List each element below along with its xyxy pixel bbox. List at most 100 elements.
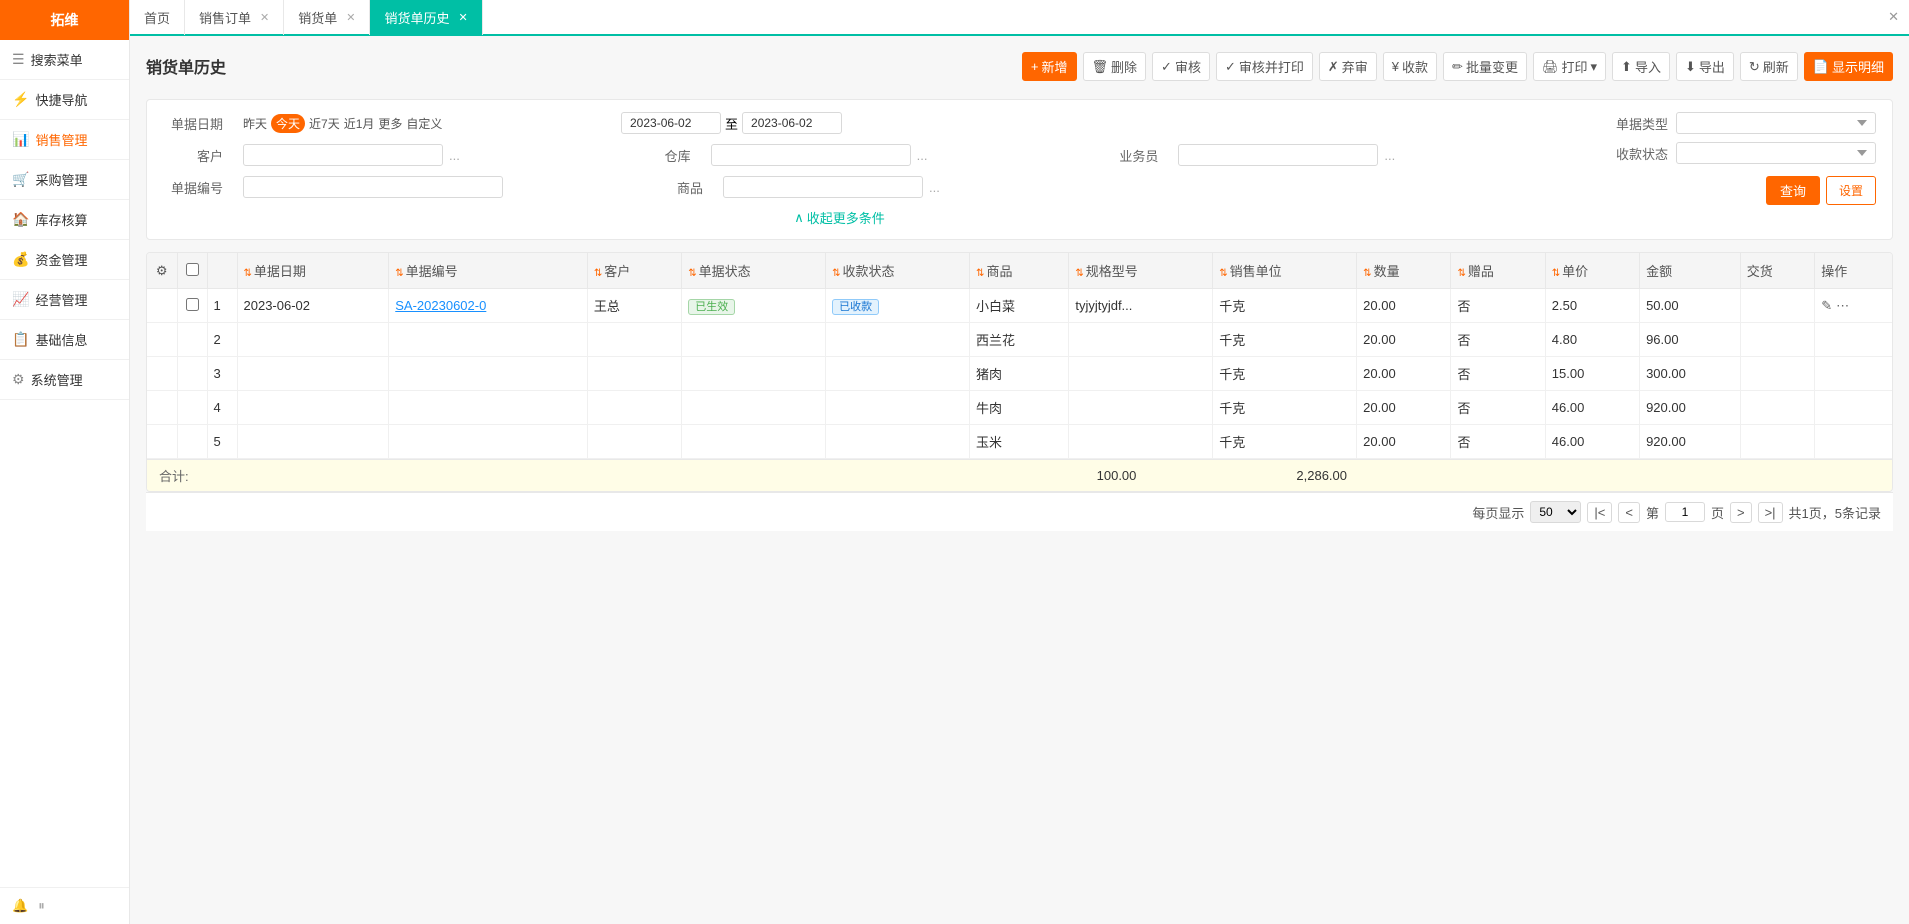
- prev-page-btn[interactable]: <: [1618, 502, 1640, 523]
- shortcut-1month[interactable]: 近1月: [344, 115, 375, 132]
- first-page-btn[interactable]: |<: [1587, 502, 1612, 523]
- docno-input[interactable]: [243, 176, 503, 198]
- pause-icon[interactable]: ⏸: [38, 898, 45, 914]
- cell-action[interactable]: [1815, 357, 1892, 391]
- notification-icon[interactable]: 🔔: [12, 898, 28, 914]
- cell-checkbox[interactable]: [177, 323, 207, 357]
- col-price[interactable]: ⇅单价: [1545, 253, 1639, 289]
- collapse-button[interactable]: ∧ 收起更多条件: [163, 208, 1516, 227]
- doc-no-link[interactable]: SA-20230602-0: [395, 298, 486, 313]
- date-from-input[interactable]: [621, 112, 721, 134]
- summary-qty: 100.00: [1097, 468, 1137, 483]
- shortcut-today[interactable]: 今天: [271, 114, 305, 133]
- edit-action-icon[interactable]: ✎: [1821, 298, 1832, 314]
- tab-sales-order[interactable]: 销售订单 ✕: [185, 0, 284, 35]
- row-checkbox[interactable]: [186, 298, 199, 311]
- filter-row-customer: 客户 ... 仓库 ... 业务员 ...: [163, 144, 1516, 166]
- last-page-btn[interactable]: >|: [1758, 502, 1783, 523]
- col-docno[interactable]: ⇅单据编号: [389, 253, 588, 289]
- page-number-input[interactable]: [1665, 502, 1705, 522]
- date-to-input[interactable]: [742, 112, 842, 134]
- col-customer[interactable]: ⇅客户: [587, 253, 681, 289]
- cell-checkbox[interactable]: [177, 391, 207, 425]
- page-size-select[interactable]: 50 10 20 100: [1530, 501, 1581, 523]
- col-goods[interactable]: ⇅商品: [970, 253, 1069, 289]
- cell-docno[interactable]: [389, 357, 588, 391]
- audit-button[interactable]: ✓ 审核: [1152, 52, 1210, 81]
- tab-home[interactable]: 首页: [130, 0, 185, 35]
- batch-change-button[interactable]: ✏ 批量变更: [1443, 52, 1527, 81]
- sidebar-item-search[interactable]: ☰ 搜索菜单: [0, 40, 129, 80]
- sidebar-item-quicknav[interactable]: ⚡ 快捷导航: [0, 80, 129, 120]
- col-checkbox[interactable]: [177, 253, 207, 289]
- shortcut-yesterday[interactable]: 昨天: [243, 115, 267, 132]
- print-button[interactable]: 🖨 打印 ▾: [1533, 52, 1606, 81]
- export-button[interactable]: ⬇ 导出: [1676, 52, 1734, 81]
- refresh-button[interactable]: ↻ 刷新: [1740, 52, 1798, 81]
- cell-action[interactable]: ✎ ⋯: [1815, 289, 1892, 323]
- doc-type-select[interactable]: [1676, 112, 1876, 134]
- cell-amount: 96.00: [1640, 323, 1741, 357]
- cell-docno[interactable]: [389, 391, 588, 425]
- sidebar-item-system[interactable]: ⚙ 系统管理: [0, 360, 129, 400]
- tab-close-sales-history[interactable]: ✕: [459, 11, 468, 24]
- add-button[interactable]: + 新增: [1022, 52, 1077, 81]
- staff-input[interactable]: [1178, 144, 1378, 166]
- cell-action[interactable]: [1815, 425, 1892, 459]
- sidebar-item-ops[interactable]: 📈 经营管理: [0, 280, 129, 320]
- goods-more-icon[interactable]: ...: [929, 180, 940, 195]
- col-paystatus[interactable]: ⇅收款状态: [826, 253, 970, 289]
- col-date[interactable]: ⇅单据日期: [237, 253, 389, 289]
- cell-docno[interactable]: [389, 425, 588, 459]
- action-icons: ✎ ⋯: [1821, 298, 1886, 314]
- more-action-icon[interactable]: ⋯: [1836, 298, 1849, 314]
- sidebar-item-inventory[interactable]: 🏠 库存核算: [0, 200, 129, 240]
- cell-checkbox[interactable]: [177, 425, 207, 459]
- sidebar-item-baseinfo[interactable]: 📋 基础信息: [0, 320, 129, 360]
- shortcut-7days[interactable]: 近7天: [309, 115, 340, 132]
- shortcut-custom[interactable]: 自定义: [406, 115, 442, 132]
- tab-close-sales-goods[interactable]: ✕: [346, 11, 355, 24]
- delete-button[interactable]: 🗑 删除: [1083, 52, 1147, 81]
- col-config[interactable]: ⚙: [147, 253, 177, 289]
- collect-button[interactable]: ¥ 收款: [1383, 52, 1437, 81]
- next-page-btn[interactable]: >: [1730, 502, 1752, 523]
- cell-config: [147, 357, 177, 391]
- col-unit[interactable]: ⇅销售单位: [1213, 253, 1357, 289]
- abandon-icon: ✗: [1328, 59, 1339, 75]
- abandon-button[interactable]: ✗ 弃审: [1319, 52, 1377, 81]
- warehouse-input[interactable]: [711, 144, 911, 166]
- tab-sales-goods[interactable]: 销货单 ✕: [284, 0, 370, 35]
- sidebar-item-purchase[interactable]: 🛒 采购管理: [0, 160, 129, 200]
- cell-action[interactable]: [1815, 323, 1892, 357]
- col-spec[interactable]: ⇅规格型号: [1069, 253, 1213, 289]
- cell-checkbox[interactable]: [177, 289, 207, 323]
- shortcut-more[interactable]: 更多: [378, 115, 402, 132]
- staff-more-icon[interactable]: ...: [1384, 148, 1395, 163]
- col-qty[interactable]: ⇅数量: [1357, 253, 1451, 289]
- col-docstatus[interactable]: ⇅单据状态: [682, 253, 826, 289]
- audit-print-button[interactable]: ✓ 审核并打印: [1216, 52, 1313, 81]
- query-button[interactable]: 查询: [1766, 176, 1820, 205]
- col-gift[interactable]: ⇅赠品: [1451, 253, 1545, 289]
- customer-input[interactable]: [243, 144, 443, 166]
- payment-status-select[interactable]: [1676, 142, 1876, 164]
- collect-icon: ¥: [1392, 59, 1399, 74]
- settings-button[interactable]: 设置: [1826, 176, 1876, 205]
- import-button[interactable]: ⬆ 导入: [1612, 52, 1670, 81]
- cell-docno[interactable]: SA-20230602-0: [389, 289, 588, 323]
- customer-more-icon[interactable]: ...: [449, 148, 460, 163]
- tab-sales-history[interactable]: 销货单历史 ✕: [370, 0, 482, 35]
- show-detail-button[interactable]: 📄 显示明细: [1804, 52, 1893, 81]
- tab-close-sales-order[interactable]: ✕: [260, 11, 269, 24]
- cell-docno[interactable]: [389, 323, 588, 357]
- goods-input[interactable]: [723, 176, 923, 198]
- cell-checkbox[interactable]: [177, 357, 207, 391]
- sidebar-item-sales[interactable]: 📊 销售管理: [0, 120, 129, 160]
- sidebar-item-finance[interactable]: 💰 资金管理: [0, 240, 129, 280]
- tab-close-all[interactable]: ✕: [1878, 9, 1909, 25]
- select-all-checkbox[interactable]: [186, 263, 199, 276]
- cell-action[interactable]: [1815, 391, 1892, 425]
- cell-rownum: 5: [207, 425, 237, 459]
- warehouse-more-icon[interactable]: ...: [917, 148, 928, 163]
